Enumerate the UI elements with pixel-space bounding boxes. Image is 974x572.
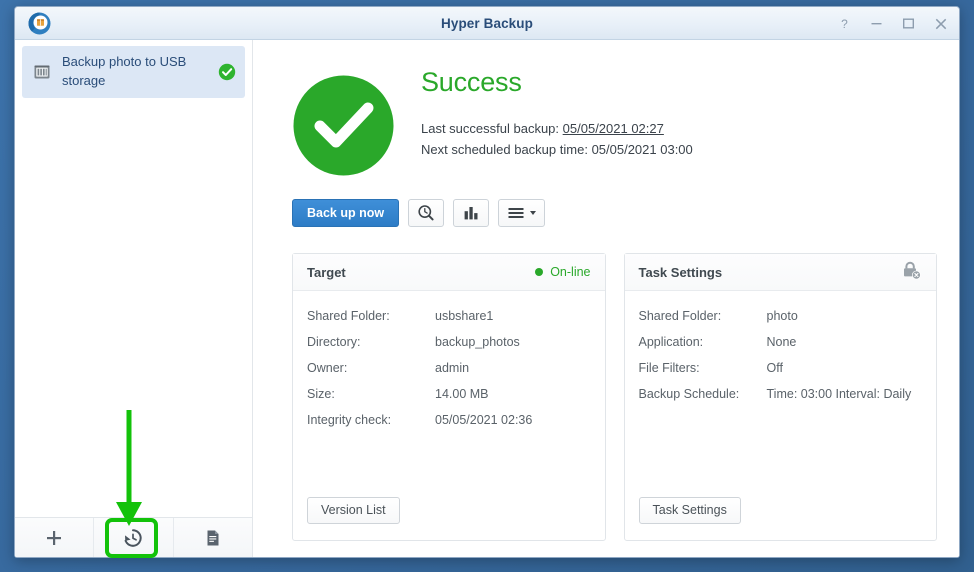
next-backup-label: Next scheduled backup time: — [421, 142, 588, 158]
log-button[interactable] — [174, 518, 252, 557]
last-backup-label: Last successful backup: — [421, 120, 560, 136]
info-panels: Target On-line Shared Folder: usbshare1 … — [292, 253, 937, 557]
row-key: Backup Schedule: — [638, 387, 740, 401]
task-settings-panel-header: Task Settings — [624, 254, 936, 291]
status-badge: On-line — [535, 265, 591, 279]
row-key: Size: — [307, 387, 335, 401]
window-body: Backup photo to USB storage Success Last… — [15, 40, 959, 557]
task-list: Backup photo to USB storage — [15, 40, 252, 517]
magnifier-clock-icon — [418, 205, 434, 221]
backup-now-button[interactable]: Back up now — [292, 199, 400, 227]
nas-server-icon — [32, 62, 52, 82]
main-content: Success Last successful backup: 05/05/20… — [253, 40, 959, 557]
help-button[interactable]: ? — [836, 15, 853, 32]
row-value: Time: 03:00 Interval: Daily — [766, 387, 912, 401]
sidebar-item-label: Backup photo to USB storage — [62, 54, 187, 88]
task-settings-panel-body: Shared Folder: photo Application: None F… — [625, 291, 937, 492]
more-menu-button[interactable] — [498, 199, 546, 227]
status-text-block: Success Last successful backup: 05/05/20… — [421, 66, 937, 161]
hyper-backup-window: Hyper Backup ? Backup photo to USB stora… — [14, 6, 960, 558]
target-panel: Target On-line Shared Folder: usbshare1 … — [292, 253, 606, 541]
bar-chart-icon — [464, 207, 478, 220]
sidebar-toolbar — [15, 517, 252, 557]
row-value: backup_photos — [435, 335, 520, 349]
success-check-circle-icon — [292, 74, 395, 177]
task-sidebar: Backup photo to USB storage — [15, 40, 253, 557]
target-panel-header: Target On-line — [293, 254, 605, 291]
chevron-down-icon — [530, 211, 537, 215]
table-row: Size: 14.00 MB — [307, 381, 591, 407]
row-value: photo — [766, 309, 798, 323]
row-value: 14.00 MB — [435, 387, 489, 401]
restore-clock-icon — [125, 528, 143, 547]
title-bar: Hyper Backup ? — [15, 7, 959, 40]
table-row: Integrity check: 05/05/2021 02:36 — [307, 407, 591, 433]
action-buttons-row: Back up now — [292, 199, 937, 227]
restore-button[interactable] — [94, 518, 174, 557]
table-row: Backup Schedule: Time: 03:00 Interval: D… — [639, 381, 923, 407]
page-title: Success — [421, 67, 522, 97]
task-settings-panel-title: Task Settings — [638, 264, 723, 280]
task-settings-panel-footer: Task Settings — [625, 492, 937, 540]
window-controls: ? — [836, 7, 949, 40]
online-status-label: On-line — [550, 265, 591, 279]
row-value: 05/05/2021 02:36 — [435, 413, 533, 427]
row-key: Directory: — [307, 335, 361, 349]
row-key: Integrity check: — [307, 413, 392, 427]
row-key: Application: — [638, 335, 704, 349]
close-button[interactable] — [932, 15, 949, 32]
version-list-button[interactable]: Version List — [307, 496, 400, 524]
last-backup-line: Last successful backup: 05/05/2021 02:27 — [421, 118, 937, 139]
svg-text:?: ? — [841, 17, 848, 31]
last-backup-value-link[interactable]: 05/05/2021 02:27 — [563, 121, 664, 136]
table-row: Owner: admin — [307, 355, 591, 381]
target-panel-body: Shared Folder: usbshare1 Directory: back… — [293, 291, 605, 492]
table-row: Application: None — [639, 329, 923, 355]
hamburger-menu-icon — [508, 208, 524, 218]
target-panel-title: Target — [307, 264, 346, 280]
table-row: Directory: backup_photos — [307, 329, 591, 355]
row-value: admin — [435, 361, 470, 375]
row-value: None — [766, 335, 797, 349]
table-row: File Filters: Off — [639, 355, 923, 381]
lock-disabled-icon — [900, 259, 922, 286]
row-key: File Filters: — [638, 361, 700, 375]
document-log-icon — [207, 530, 219, 545]
row-value: usbshare1 — [435, 309, 494, 323]
task-settings-button[interactable]: Task Settings — [638, 496, 741, 524]
table-row: Shared Folder: photo — [639, 303, 923, 329]
maximize-button[interactable] — [900, 15, 917, 32]
sidebar-item-backup-task[interactable]: Backup photo to USB storage — [22, 46, 245, 98]
online-status-dot-icon — [535, 268, 544, 276]
success-check-icon — [218, 63, 236, 81]
window-title: Hyper Backup — [441, 15, 533, 31]
explore-backup-button[interactable] — [408, 199, 445, 227]
statistics-button[interactable] — [453, 199, 490, 227]
next-backup-value: 05/05/2021 03:00 — [591, 142, 693, 158]
minimize-button[interactable] — [868, 15, 885, 32]
add-task-button[interactable] — [15, 518, 95, 557]
backup-status-section: Success Last successful backup: 05/05/20… — [275, 58, 937, 177]
table-row: Shared Folder: usbshare1 — [307, 303, 591, 329]
task-settings-panel: Task Settings Shared Folder: photo Appli… — [623, 253, 937, 541]
row-key: Shared Folder: — [307, 309, 390, 323]
row-key: Owner: — [307, 361, 348, 375]
row-key: Shared Folder: — [638, 309, 722, 323]
next-backup-line: Next scheduled backup time: 05/05/2021 0… — [421, 139, 937, 160]
target-panel-footer: Version List — [293, 492, 605, 540]
row-value: Off — [766, 361, 783, 375]
